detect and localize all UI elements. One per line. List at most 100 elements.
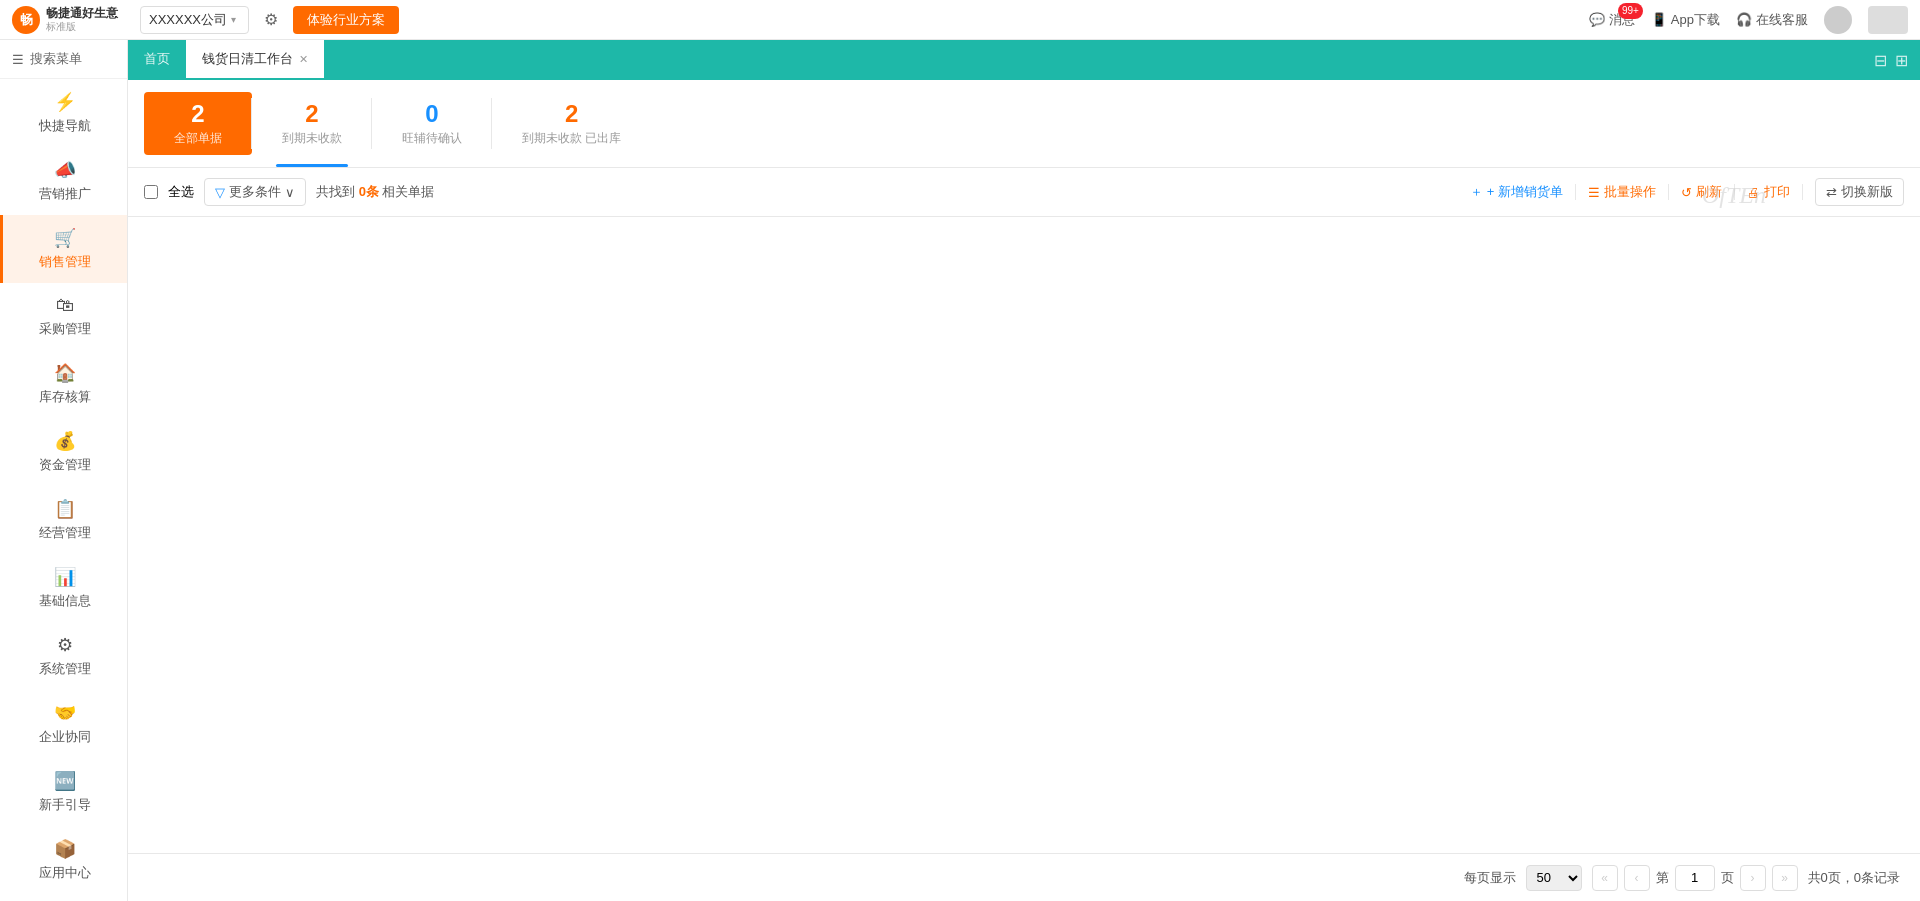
total-info: 共0页，0条记录 [1808,869,1900,887]
batch-button[interactable]: ☰ 批量操作 [1588,183,1656,201]
filter-icon: ▽ [215,185,225,200]
sidebar-item-label: 基础信息 [39,592,91,610]
finance-icon: 💰 [54,430,76,452]
app-download-icon: 📱 [1651,12,1667,27]
logo-icon: 畅 [12,6,40,34]
stat-card-all[interactable]: 2 全部单据 [144,92,252,155]
print-label: 打印 [1764,183,1790,201]
next-page-button[interactable]: › [1740,865,1766,891]
message-button[interactable]: 💬 消息 99+ [1589,11,1635,29]
sidebar-item-marketing[interactable]: 📣 营销推广 [0,147,127,215]
trial-button[interactable]: 体验行业方案 [293,6,399,34]
logo-area: 畅 畅捷通好生意 标准版 [12,6,140,34]
stat-card-overdue[interactable]: 2 到期未收款 [252,92,372,155]
company-selector[interactable]: XXXXXX公司 ▾ [140,6,249,34]
page-size-select[interactable]: 10 20 50 100 [1526,865,1582,891]
select-all-checkbox[interactable] [144,185,158,199]
settings-button[interactable]: ⚙ [257,6,285,34]
tab-minimize-button[interactable]: ⊟ [1874,51,1887,70]
filter-btn-label: 更多条件 [229,183,281,201]
prev-page-button[interactable]: ‹ [1624,865,1650,891]
stat-desc-pending: 旺辅待确认 [402,130,462,147]
page-prefix-label: 第 [1656,869,1669,887]
sidebar-item-wechat[interactable]: 💬 企业微信 [0,894,127,901]
sidebar: ☰ 搜索菜单 ⚡ 快捷导航 📣 营销推广 🛒 销售管理 🛍 采购管理 🏠 库存核… [0,40,128,901]
page-suffix-label: 页 [1721,869,1734,887]
batch-icon: ☰ [1588,185,1600,200]
sidebar-item-label: 采购管理 [39,320,91,338]
online-service-button[interactable]: 🎧 在线客服 [1736,11,1808,29]
header-right: 💬 消息 99+ 📱 App下载 🎧 在线客服 [1589,6,1908,34]
quick-nav-icon: ⚡ [54,91,76,113]
stat-count-pending: 0 [425,100,438,128]
search-icon: ☰ [12,52,24,67]
sidebar-item-label: 企业协同 [39,728,91,746]
tab-cash-ledger-label: 钱货日清工作台 [202,50,293,68]
stat-card-pending[interactable]: 0 旺辅待确认 [372,92,492,155]
filter-button[interactable]: ▽ 更多条件 ∨ [204,178,306,206]
app-download-button[interactable]: 📱 App下载 [1651,11,1720,29]
switch-version-button[interactable]: ⇄ 切换新版 [1815,178,1904,206]
last-page-button[interactable]: » [1772,865,1798,891]
sidebar-item-label: 销售管理 [39,253,91,271]
sidebar-item-finance[interactable]: 💰 资金管理 [0,418,127,486]
print-button[interactable]: 🖨 打印 [1747,183,1790,201]
print-icon: 🖨 [1747,185,1760,200]
basic-info-icon: 📊 [54,566,76,588]
sidebar-item-system[interactable]: ⚙ 系统管理 [0,622,127,690]
top-header: 畅 畅捷通好生意 标准版 XXXXXX公司 ▾ ⚙ 体验行业方案 💬 消息 99… [0,0,1920,40]
search-menu-label: 搜索菜单 [30,50,82,68]
page-number-input[interactable] [1675,865,1715,891]
stat-desc-overdue: 到期未收款 [282,130,342,147]
sidebar-item-enterprise[interactable]: 🤝 企业协同 [0,690,127,758]
refresh-button[interactable]: ↺ 刷新 [1681,183,1722,201]
purchase-icon: 🛍 [56,295,74,316]
app-center-icon: 📦 [54,838,76,860]
switch-label: 切换新版 [1841,183,1893,201]
content-area: 首页 钱货日清工作台 ✕ ⊟ ⊞ 2 全部单据 2 到期未收款 [128,40,1920,901]
pagination-bar: 每页显示 10 20 50 100 « ‹ 第 页 › » 共0页，0条记录 [128,853,1920,901]
search-menu[interactable]: ☰ 搜索菜单 [0,40,127,79]
stat-card-shipped[interactable]: 2 到期未收款 已出库 [492,92,651,155]
active-underline [276,164,348,167]
toolbar: 全选 ▽ 更多条件 ∨ 共找到 0条 相关单据 ＋ + 新增销 [128,168,1920,217]
logo-sub: 标准版 [46,21,118,33]
sidebar-item-sales[interactable]: 🛒 销售管理 [0,215,127,283]
sidebar-item-purchase[interactable]: 🛍 采购管理 [0,283,127,350]
main-layout: ☰ 搜索菜单 ⚡ 快捷导航 📣 营销推广 🛒 销售管理 🛍 采购管理 🏠 库存核… [0,40,1920,901]
tab-cash-ledger[interactable]: 钱货日清工作台 ✕ [186,40,324,80]
chevron-down-icon: ▾ [231,14,236,25]
inner-content: 2 全部单据 2 到期未收款 0 旺辅待确认 2 到期未收款 已出库 [128,80,1920,901]
stats-bar: 2 全部单据 2 到期未收款 0 旺辅待确认 2 到期未收款 已出库 [128,80,1920,168]
sidebar-item-label: 新手引导 [39,796,91,814]
avatar[interactable] [1824,6,1852,34]
add-order-button[interactable]: ＋ + 新增销货单 [1470,183,1563,201]
sidebar-item-app-center[interactable]: 📦 应用中心 [0,826,127,894]
operations-icon: 📋 [54,498,76,520]
tab-bar-actions: ⊟ ⊞ [1874,40,1920,80]
username [1868,6,1908,34]
sidebar-item-basic-info[interactable]: 📊 基础信息 [0,554,127,622]
result-text: 共找到 0条 相关单据 [316,183,434,201]
message-icon: 💬 [1589,12,1605,27]
refresh-label: 刷新 [1696,183,1722,201]
enterprise-icon: 🤝 [54,702,76,724]
tab-close-icon[interactable]: ✕ [299,53,308,66]
tab-home[interactable]: 首页 [128,40,186,80]
sidebar-item-label: 系统管理 [39,660,91,678]
sidebar-item-operations[interactable]: 📋 经营管理 [0,486,127,554]
app-download-label: App下载 [1671,11,1720,29]
company-name: XXXXXX公司 [149,11,227,29]
tab-maximize-button[interactable]: ⊞ [1895,51,1908,70]
sidebar-item-quick-nav[interactable]: ⚡ 快捷导航 [0,79,127,147]
page-navigation: « ‹ 第 页 › » [1592,865,1798,891]
stat-count-all: 2 [191,100,204,128]
select-all-label: 全选 [168,183,194,201]
sidebar-item-inventory[interactable]: 🏠 库存核算 [0,350,127,418]
sidebar-item-guide[interactable]: 🆕 新手引导 [0,758,127,826]
result-count: 0条 [359,184,379,199]
first-page-button[interactable]: « [1592,865,1618,891]
tab-home-label: 首页 [144,50,170,68]
switch-icon: ⇄ [1826,185,1837,200]
sidebar-item-label: 经营管理 [39,524,91,542]
